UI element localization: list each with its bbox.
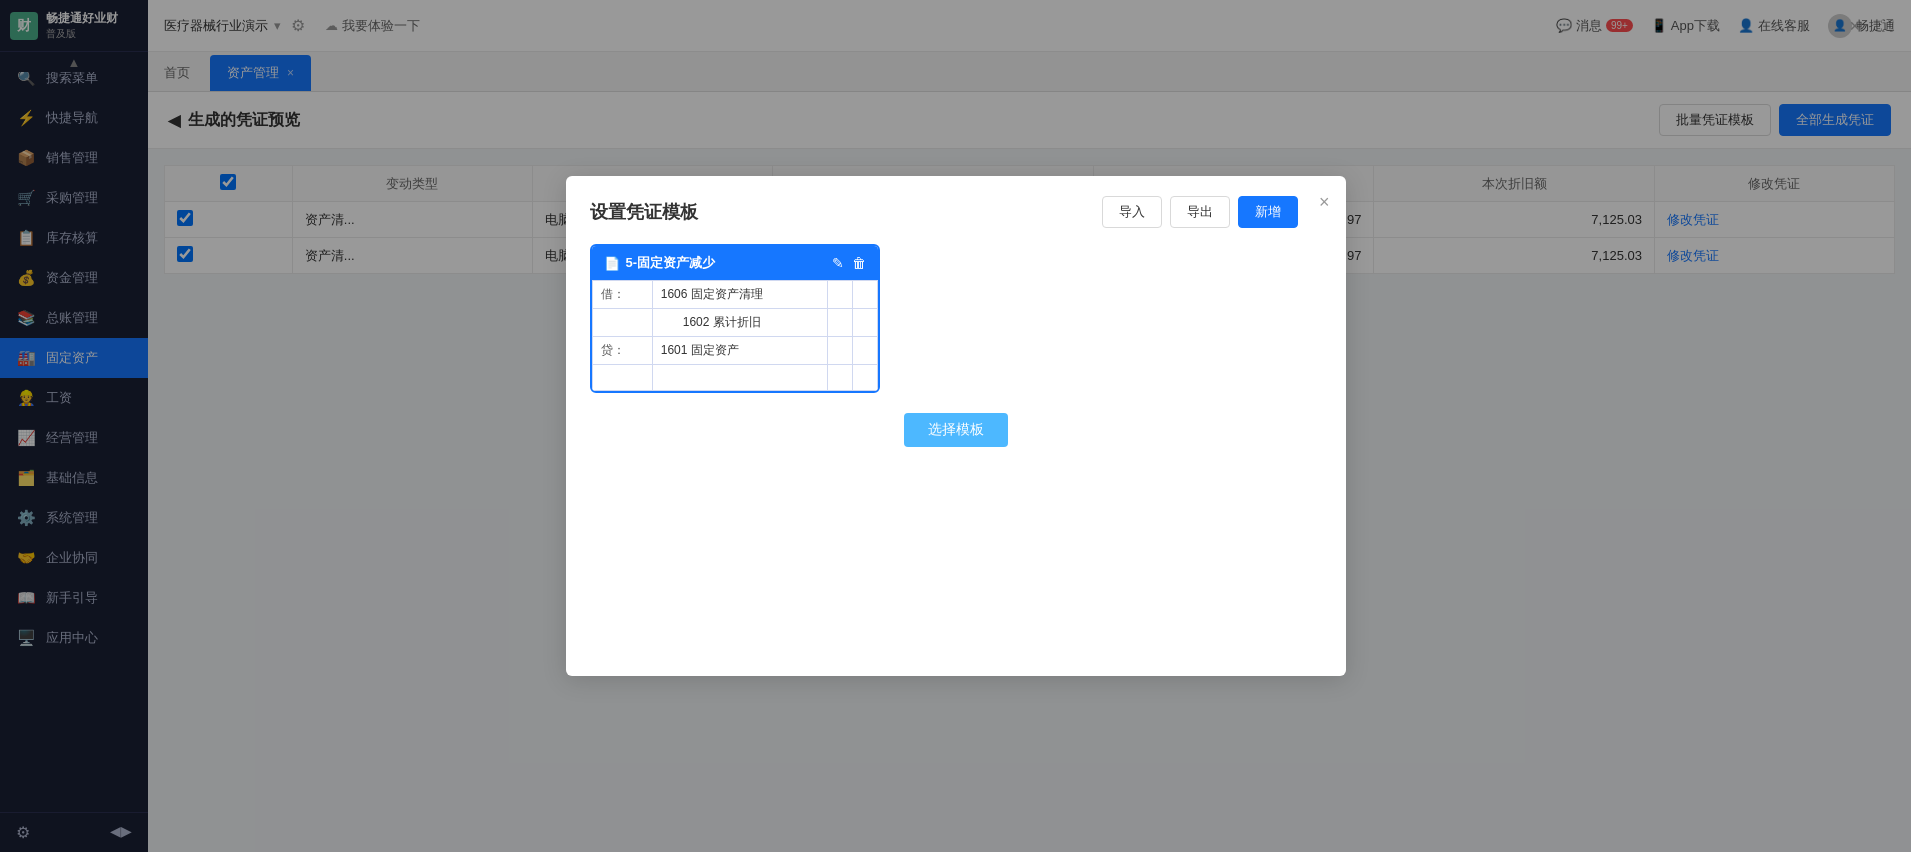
template-row-credit-1 — [852, 281, 877, 309]
template-card-actions: ✎ 🗑 — [832, 255, 866, 271]
template-edit-icon[interactable]: ✎ — [832, 255, 844, 271]
template-detail-table: 借： 1606 固定资产清理 1602 累计折旧 贷： 1601 固定资产 — [592, 280, 878, 391]
template-row-debit-2 — [827, 309, 852, 337]
template-row-code-2: 1602 累计折旧 — [652, 309, 827, 337]
dialog-set-voucher-template: 设置凭证模板 × 导入 导出 新增 📄 5-固定资产减少 ✎ 🗑 — [566, 176, 1346, 676]
template-row-code-4 — [652, 365, 827, 391]
new-button[interactable]: 新增 — [1238, 196, 1298, 228]
template-card-title: 📄 5-固定资产减少 — [604, 254, 716, 272]
template-row-type-4 — [592, 365, 652, 391]
close-window-button[interactable]: ✕ — [1843, 14, 1867, 38]
template-row-code-3: 1601 固定资产 — [652, 337, 827, 365]
dialog-toolbar: 导入 导出 新增 — [1102, 196, 1298, 228]
template-row-credit-2 — [852, 309, 877, 337]
template-row: 贷： 1601 固定资产 — [592, 337, 877, 365]
export-button[interactable]: 导出 — [1170, 196, 1230, 228]
template-row-type-1: 借： — [592, 281, 652, 309]
template-row-type-3: 贷： — [592, 337, 652, 365]
window-controls: ✕ ⛶ — [1843, 0, 1911, 52]
maximize-window-button[interactable]: ⛶ — [1875, 14, 1899, 38]
template-doc-icon: 📄 — [604, 256, 620, 271]
template-delete-icon[interactable]: 🗑 — [852, 255, 866, 271]
template-id-name: 5-固定资产减少 — [626, 254, 716, 272]
template-row: 1602 累计折旧 — [592, 309, 877, 337]
template-row: 借： 1606 固定资产清理 — [592, 281, 877, 309]
select-template-button[interactable]: 选择模板 — [904, 413, 1008, 447]
template-row-credit-4 — [852, 365, 877, 391]
dialog-close-icon[interactable]: × — [1319, 192, 1330, 213]
import-button[interactable]: 导入 — [1102, 196, 1162, 228]
template-row-type-2 — [592, 309, 652, 337]
template-card: 📄 5-固定资产减少 ✎ 🗑 借： 1606 固定资产清理 — [590, 244, 880, 393]
template-row-debit-1 — [827, 281, 852, 309]
template-row-credit-3 — [852, 337, 877, 365]
template-row-debit-4 — [827, 365, 852, 391]
template-row-debit-3 — [827, 337, 852, 365]
template-card-header: 📄 5-固定资产减少 ✎ 🗑 — [592, 246, 878, 280]
modal-overlay: 设置凭证模板 × 导入 导出 新增 📄 5-固定资产减少 ✎ 🗑 — [0, 0, 1911, 852]
template-row-code-1: 1606 固定资产清理 — [652, 281, 827, 309]
template-row — [592, 365, 877, 391]
